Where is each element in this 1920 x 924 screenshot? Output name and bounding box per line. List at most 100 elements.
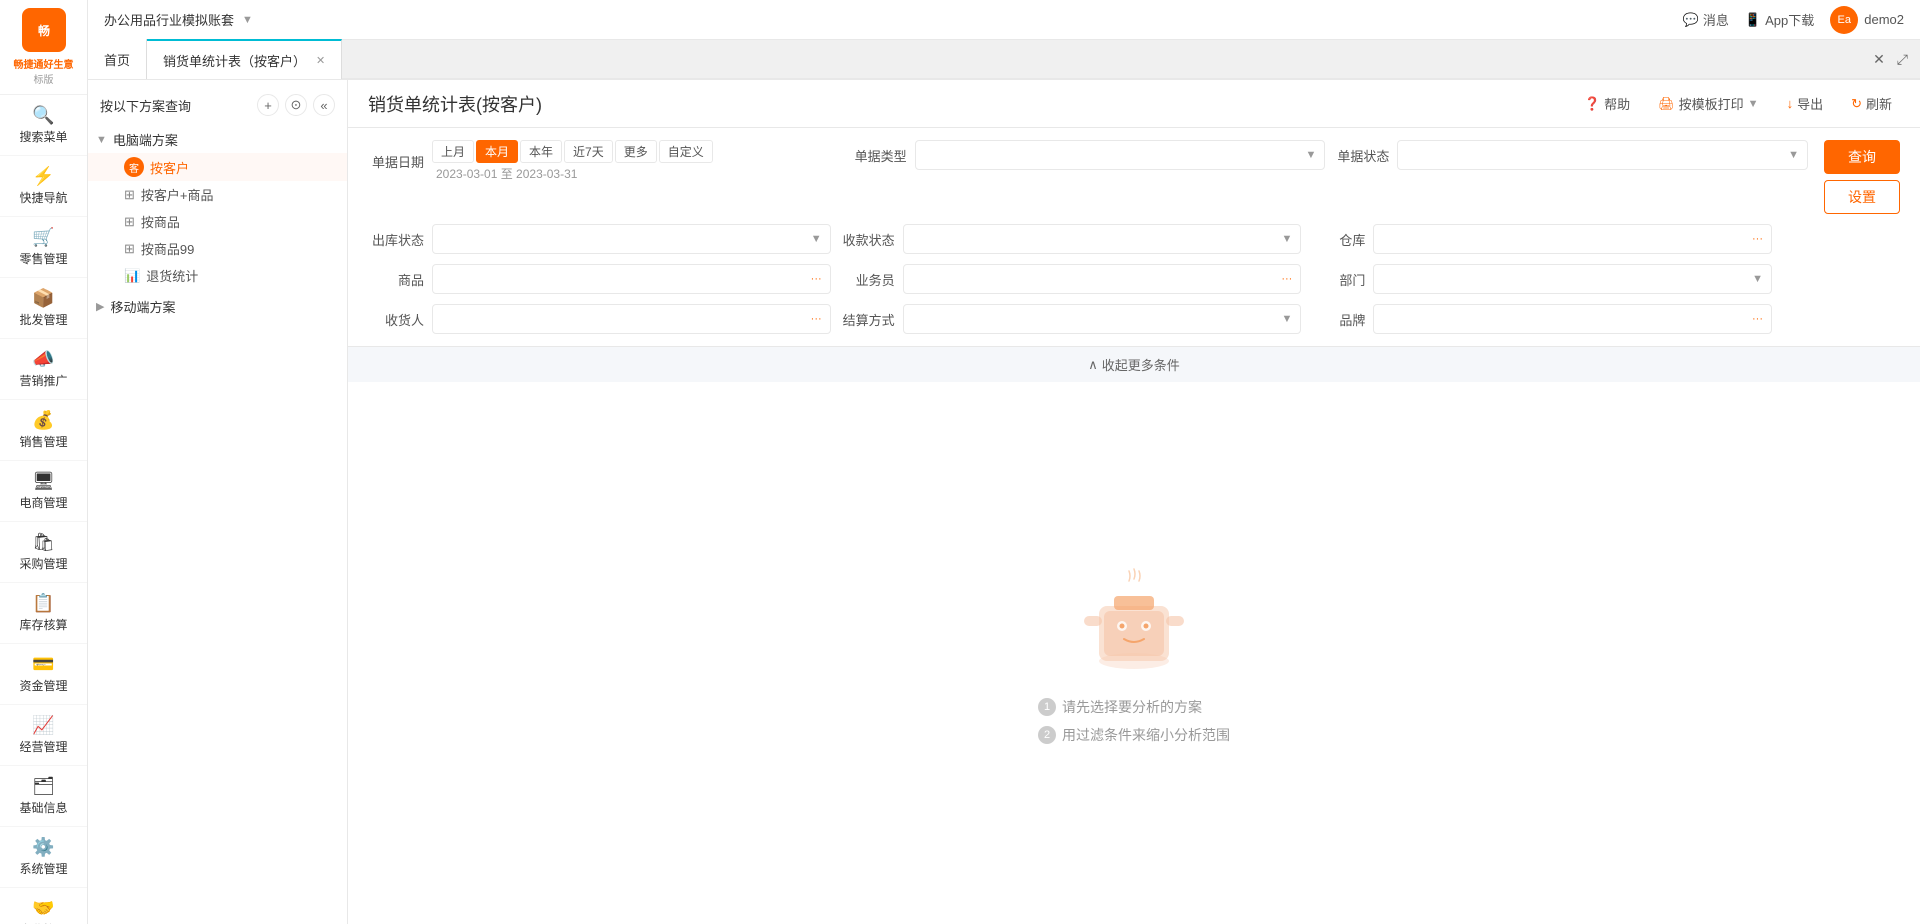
add-scheme-btn[interactable]: + xyxy=(257,94,279,116)
scheme-icon-2: ⊞ xyxy=(124,214,135,230)
page-actions: ❓ 帮助 🖨 按模板打印 ▼ ↓ 导出 ↻ 刷新 xyxy=(1576,90,1900,117)
tree-child-by-goods[interactable]: ⊞ 按商品 xyxy=(88,208,347,235)
collapse-bar[interactable]: ∧ 收起更多条件 xyxy=(348,347,1920,382)
settlement-label: 结算方式 xyxy=(839,310,895,329)
receiver-input[interactable]: ··· xyxy=(432,304,831,334)
date-btn-more[interactable]: 更多 xyxy=(615,140,657,163)
date-btn-custom[interactable]: 自定义 xyxy=(659,140,713,163)
filter-warehouse: 仓库 ··· xyxy=(1309,224,1772,254)
filter-row-2: 出库状态 ▼ 收款状态 ▼ 仓库 xyxy=(368,224,1900,254)
sidebar-item-inventory[interactable]: 📋 库存核算 xyxy=(0,583,87,644)
sidebar-item-purchase-label: 采购管理 xyxy=(4,555,83,572)
main-area: 办公用品行业模拟账套 ▼ 💬 消息 📱 App下载 Ea demo2 首页 xyxy=(88,0,1920,924)
settings-btn[interactable]: 设置 xyxy=(1824,180,1900,214)
user-area[interactable]: Ea demo2 xyxy=(1830,6,1904,34)
collect-status-input[interactable]: ▼ xyxy=(903,224,1302,254)
tree-child-by-customer[interactable]: 客 按客户 xyxy=(88,153,347,181)
tree-parent-mobile[interactable]: ▶ 移动端方案 xyxy=(88,293,347,320)
app-title: 畅捷通好生意 xyxy=(4,56,83,71)
print-label: 按模板打印 xyxy=(1679,94,1744,113)
print-btn[interactable]: 🖨 按模板打印 ▼ xyxy=(1650,90,1766,117)
collapse-text: 收起更多条件 xyxy=(1102,355,1180,374)
tip-text-1: 请先选择要分析的方案 xyxy=(1062,697,1202,717)
brand-input[interactable]: ··· xyxy=(1373,304,1772,334)
scheme-icon-4: 📊 xyxy=(124,268,140,284)
tab-close-all-btn[interactable]: ✕ xyxy=(1869,47,1889,72)
top-header: 办公用品行业模拟账套 ▼ 💬 消息 📱 App下载 Ea demo2 xyxy=(88,0,1920,40)
avatar-text: Ea xyxy=(1838,14,1851,26)
warehouse-input[interactable]: ··· xyxy=(1373,224,1772,254)
sidebar-item-system-label: 系统管理 xyxy=(4,860,83,877)
sales-icon: 💰 xyxy=(4,410,83,431)
bill-status-arrow: ▼ xyxy=(1788,149,1799,161)
edit-scheme-btn[interactable]: ⊙ xyxy=(285,94,307,116)
bill-status-input[interactable]: ▼ xyxy=(1397,140,1808,170)
export-icon: ↓ xyxy=(1787,96,1794,111)
receiver-more-btn[interactable]: ··· xyxy=(811,313,822,325)
sidebar-item-ecommerce[interactable]: 🖥 电商管理 xyxy=(0,461,87,522)
collapse-panel-btn[interactable]: « xyxy=(313,94,335,116)
bill-type-input[interactable]: ▼ xyxy=(915,140,1326,170)
brand-more-btn[interactable]: ··· xyxy=(1752,313,1763,325)
date-btn-last-month[interactable]: 上月 xyxy=(432,140,474,163)
page-header: 销货单统计表(按客户) ❓ 帮助 🖨 按模板打印 ▼ ↓ 导出 xyxy=(348,80,1920,128)
filter-row-3: 商品 ··· 业务员 ··· 部门 xyxy=(368,264,1900,294)
query-btn[interactable]: 查询 xyxy=(1824,140,1900,174)
sidebar-item-retail[interactable]: 🛒 零售管理 xyxy=(0,217,87,278)
bill-type-label: 单据类型 xyxy=(851,146,907,165)
tab-sales-stats[interactable]: 销货单统计表（按客户） ✕ xyxy=(147,39,342,79)
sidebar-item-enterprise[interactable]: 🤝 企业协同 xyxy=(0,888,87,924)
out-status-input[interactable]: ▼ xyxy=(432,224,831,254)
help-icon: ❓ xyxy=(1584,96,1600,112)
empty-illustration xyxy=(1074,561,1194,681)
settlement-input[interactable]: ▼ xyxy=(903,304,1302,334)
goods-more-btn[interactable]: ··· xyxy=(811,273,822,285)
tab-home-label: 首页 xyxy=(104,50,130,69)
tree-child-by-customer-goods[interactable]: ⊞ 按客户+商品 xyxy=(88,181,347,208)
bill-type-arrow: ▼ xyxy=(1305,149,1316,161)
tab-close-icon[interactable]: ✕ xyxy=(316,54,325,67)
sidebar-item-finance[interactable]: 💳 资金管理 xyxy=(0,644,87,705)
panel-title: 按以下方案查询 xyxy=(100,96,191,115)
message-btn[interactable]: 💬 消息 xyxy=(1683,10,1729,29)
sidebar-item-quick-nav[interactable]: ⚡ 快捷导航 xyxy=(0,156,87,217)
goods-input[interactable]: ··· xyxy=(432,264,831,294)
tree-child-return-stats[interactable]: 📊 退货统计 xyxy=(88,262,347,289)
salesman-more-btn[interactable]: ··· xyxy=(1281,273,1292,285)
basic-icon: 🗂 xyxy=(4,776,83,797)
app-subtitle: 标版 xyxy=(4,71,83,86)
export-btn[interactable]: ↓ 导出 xyxy=(1779,90,1832,117)
date-btn-this-month[interactable]: 本月 xyxy=(476,140,518,163)
date-range-text: 2023-03-01 至 2023-03-31 xyxy=(436,165,713,182)
refresh-icon: ↻ xyxy=(1851,96,1862,112)
print-dropdown-icon[interactable]: ▼ xyxy=(1748,98,1759,110)
receiver-label: 收货人 xyxy=(368,310,424,329)
sidebar-item-basic[interactable]: 🗂 基础信息 xyxy=(0,766,87,827)
tab-home[interactable]: 首页 xyxy=(88,39,147,79)
app-download-btn[interactable]: 📱 App下载 xyxy=(1745,10,1814,29)
tab-bar-actions: ✕ ⤢ xyxy=(1869,47,1920,72)
help-btn[interactable]: ❓ 帮助 xyxy=(1576,90,1638,117)
sidebar-item-sales[interactable]: 💰 销售管理 xyxy=(0,400,87,461)
sidebar-item-wholesale[interactable]: 📦 批发管理 xyxy=(0,278,87,339)
warehouse-label: 仓库 xyxy=(1309,230,1365,249)
breadcrumb-arrow[interactable]: ▼ xyxy=(242,14,253,26)
tree-child-by-goods-99[interactable]: ⊞ 按商品99 xyxy=(88,235,347,262)
date-btn-this-year[interactable]: 本年 xyxy=(520,140,562,163)
sidebar-item-marketing[interactable]: 📣 营销推广 xyxy=(0,339,87,400)
sidebar-item-search[interactable]: 🔍 搜索菜单 xyxy=(0,95,87,156)
sidebar-item-system[interactable]: ⚙️ 系统管理 xyxy=(0,827,87,888)
sidebar-item-purchase[interactable]: 🛍 采购管理 xyxy=(0,522,87,583)
empty-tip-1: 1 请先选择要分析的方案 xyxy=(1038,697,1230,717)
avatar: Ea xyxy=(1830,6,1858,34)
warehouse-more-btn[interactable]: ··· xyxy=(1752,233,1763,245)
refresh-btn[interactable]: ↻ 刷新 xyxy=(1843,90,1900,117)
dept-input[interactable]: ▼ xyxy=(1373,264,1772,294)
tree-parent-pc[interactable]: ▼ 电脑端方案 xyxy=(88,126,347,153)
out-status-arrow: ▼ xyxy=(811,233,822,245)
date-btn-7days[interactable]: 近7天 xyxy=(564,140,613,163)
tab-expand-btn[interactable]: ⤢ xyxy=(1893,47,1912,72)
sidebar-item-search-label: 搜索菜单 xyxy=(4,128,83,145)
salesman-input[interactable]: ··· xyxy=(903,264,1302,294)
sidebar-item-operations[interactable]: 📈 经营管理 xyxy=(0,705,87,766)
